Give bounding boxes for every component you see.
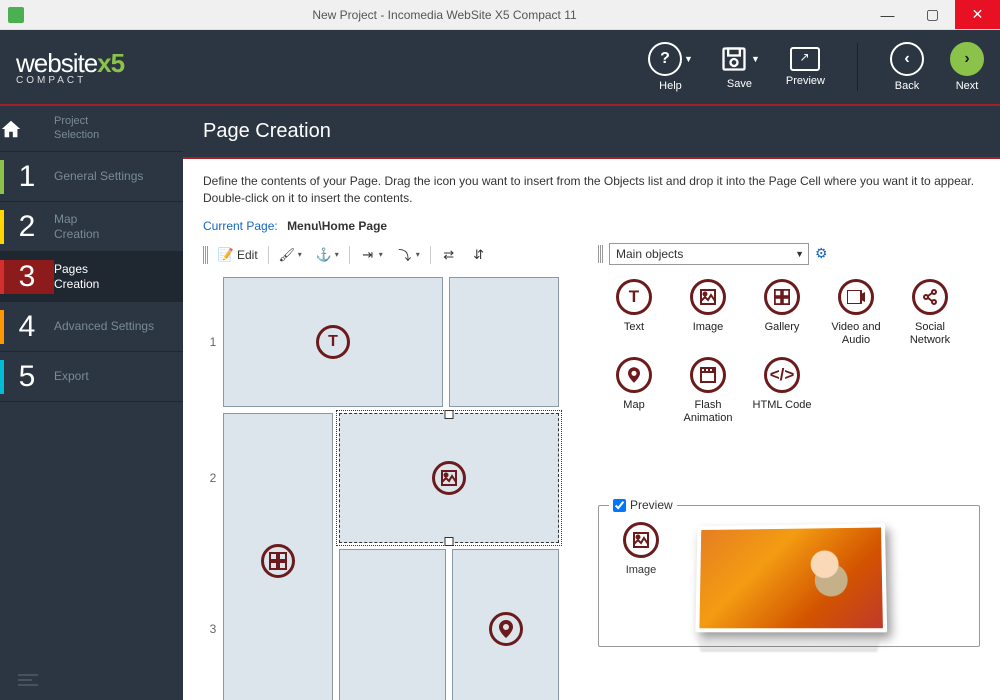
gear-icon[interactable]: ⚙ <box>815 245 828 262</box>
object-gallery[interactable]: Gallery <box>746 279 818 347</box>
style-button[interactable]: 🖌▾ <box>275 245 306 265</box>
col-merge-icon: ⇵ <box>471 247 487 263</box>
maximize-button[interactable]: ▢ <box>910 0 955 29</box>
object-image[interactable]: Image <box>672 279 744 347</box>
cell-toolbar: 📝Edit 🖌▾ ⚓▾ ⇥▾ ⤵▾ ⇄ ⇵ <box>203 243 578 267</box>
objects-category-select[interactable]: Main objects <box>609 243 809 265</box>
object-social[interactable]: Social Network <box>894 279 966 347</box>
share-icon <box>912 279 948 315</box>
toolbar-handle[interactable] <box>203 246 208 264</box>
object-html[interactable]: </> HTML Code <box>746 357 818 425</box>
chevron-down-icon: ▼ <box>684 54 693 64</box>
video-icon <box>838 279 874 315</box>
monitor-icon <box>790 47 820 71</box>
sidebar-home[interactable]: Project Selection <box>0 106 183 152</box>
object-video-audio[interactable]: Video and Audio <box>820 279 892 347</box>
sidebar-home-label: Project Selection <box>54 115 99 141</box>
row-split-icon: ⇥ <box>360 247 376 263</box>
page-cell[interactable] <box>223 413 333 700</box>
code-icon: </> <box>764 357 800 393</box>
paint-icon: 🖌 <box>279 247 295 263</box>
toolbar-handle[interactable] <box>598 245 603 263</box>
page-cell[interactable] <box>452 549 559 700</box>
page-cell[interactable] <box>449 277 559 407</box>
object-flash[interactable]: Flash Animation <box>672 357 744 425</box>
chevron-down-icon: ▾ <box>298 250 302 259</box>
gallery-icon <box>261 544 295 578</box>
back-button[interactable]: ‹ Back <box>890 42 924 92</box>
logo: websitex5 COMPACT <box>16 48 124 86</box>
save-button[interactable]: ▼ Save <box>719 44 760 90</box>
close-button[interactable]: ✕ <box>955 0 1000 29</box>
object-text[interactable]: T Text <box>598 279 670 347</box>
separator <box>857 43 858 91</box>
window-title: New Project - Incomedia WebSite X5 Compa… <box>24 8 865 22</box>
next-button[interactable]: › Next <box>950 42 984 92</box>
map-pin-icon <box>489 612 523 646</box>
chevron-down-icon: ▾ <box>379 250 383 259</box>
page-cell[interactable]: T <box>223 277 443 407</box>
chevron-down-icon: ▾ <box>335 250 339 259</box>
description-text: Define the contents of your Page. Drag t… <box>203 173 980 207</box>
image-icon <box>690 279 726 315</box>
col-split-icon: ⤵ <box>397 247 413 263</box>
current-page-indicator: Current Page: Menu\Home Page <box>203 219 980 233</box>
minimize-button[interactable]: — <box>865 0 910 29</box>
sidebar-collapse-toggle[interactable] <box>0 660 183 700</box>
back-icon: ‹ <box>890 42 924 76</box>
row-merge-button[interactable]: ⇄ <box>437 245 461 265</box>
col-split-button[interactable]: ⤵▾ <box>393 245 424 265</box>
row-merge-icon: ⇄ <box>441 247 457 263</box>
image-icon <box>623 522 659 558</box>
row-number: 3 <box>203 549 223 700</box>
sidebar-step-5[interactable]: 5 Export <box>0 352 183 402</box>
image-icon <box>432 461 466 495</box>
save-icon <box>719 44 749 74</box>
object-map[interactable]: Map <box>598 357 670 425</box>
map-pin-icon <box>616 357 652 393</box>
main-panel: Page Creation Define the contents of you… <box>183 106 1000 700</box>
preview-checkbox[interactable] <box>613 499 626 512</box>
page-grid: T <box>223 277 578 700</box>
preview-type-label: Image <box>626 564 657 576</box>
anchor-icon: ⚓ <box>316 247 332 263</box>
text-icon: T <box>316 325 350 359</box>
sidebar-step-1[interactable]: 1 General Settings <box>0 152 183 202</box>
help-icon: ? <box>648 42 682 76</box>
preview-label: Preview <box>630 498 673 512</box>
text-icon: T <box>616 279 652 315</box>
app-icon <box>8 7 24 23</box>
col-merge-button[interactable]: ⇵ <box>467 245 491 265</box>
home-icon <box>0 118 54 140</box>
sidebar-step-3[interactable]: 3 Pages Creation <box>0 252 183 302</box>
edit-button[interactable]: 📝Edit <box>214 245 262 265</box>
preview-group: Preview Image <box>598 505 980 647</box>
row-split-button[interactable]: ⇥▾ <box>356 245 387 265</box>
gallery-icon <box>764 279 800 315</box>
sidebar-step-2[interactable]: 2 Map Creation <box>0 202 183 252</box>
objects-palette: T Text Image Gallery <box>598 279 980 426</box>
help-button[interactable]: ?▼ Help <box>648 42 693 92</box>
anchor-button[interactable]: ⚓▾ <box>312 245 343 265</box>
film-icon <box>690 357 726 393</box>
chevron-down-icon: ▾ <box>416 250 420 259</box>
row-number: 1 <box>203 277 223 407</box>
edit-icon: 📝 <box>218 247 234 263</box>
app-header: websitex5 COMPACT ?▼ Help ▼ Save Preview <box>0 30 1000 106</box>
preview-button[interactable]: Preview <box>786 47 825 87</box>
sidebar-step-4[interactable]: 4 Advanced Settings <box>0 302 183 352</box>
next-icon: › <box>950 42 984 76</box>
preview-thumbnail <box>689 522 889 642</box>
page-title: Page Creation <box>183 106 1000 159</box>
page-cell-selected[interactable] <box>339 413 559 543</box>
row-number: 2 <box>203 413 223 543</box>
sidebar: Project Selection 1 General Settings 2 M… <box>0 106 183 700</box>
chevron-down-icon: ▼ <box>751 54 760 64</box>
page-cell[interactable] <box>339 549 446 700</box>
titlebar: New Project - Incomedia WebSite X5 Compa… <box>0 0 1000 30</box>
